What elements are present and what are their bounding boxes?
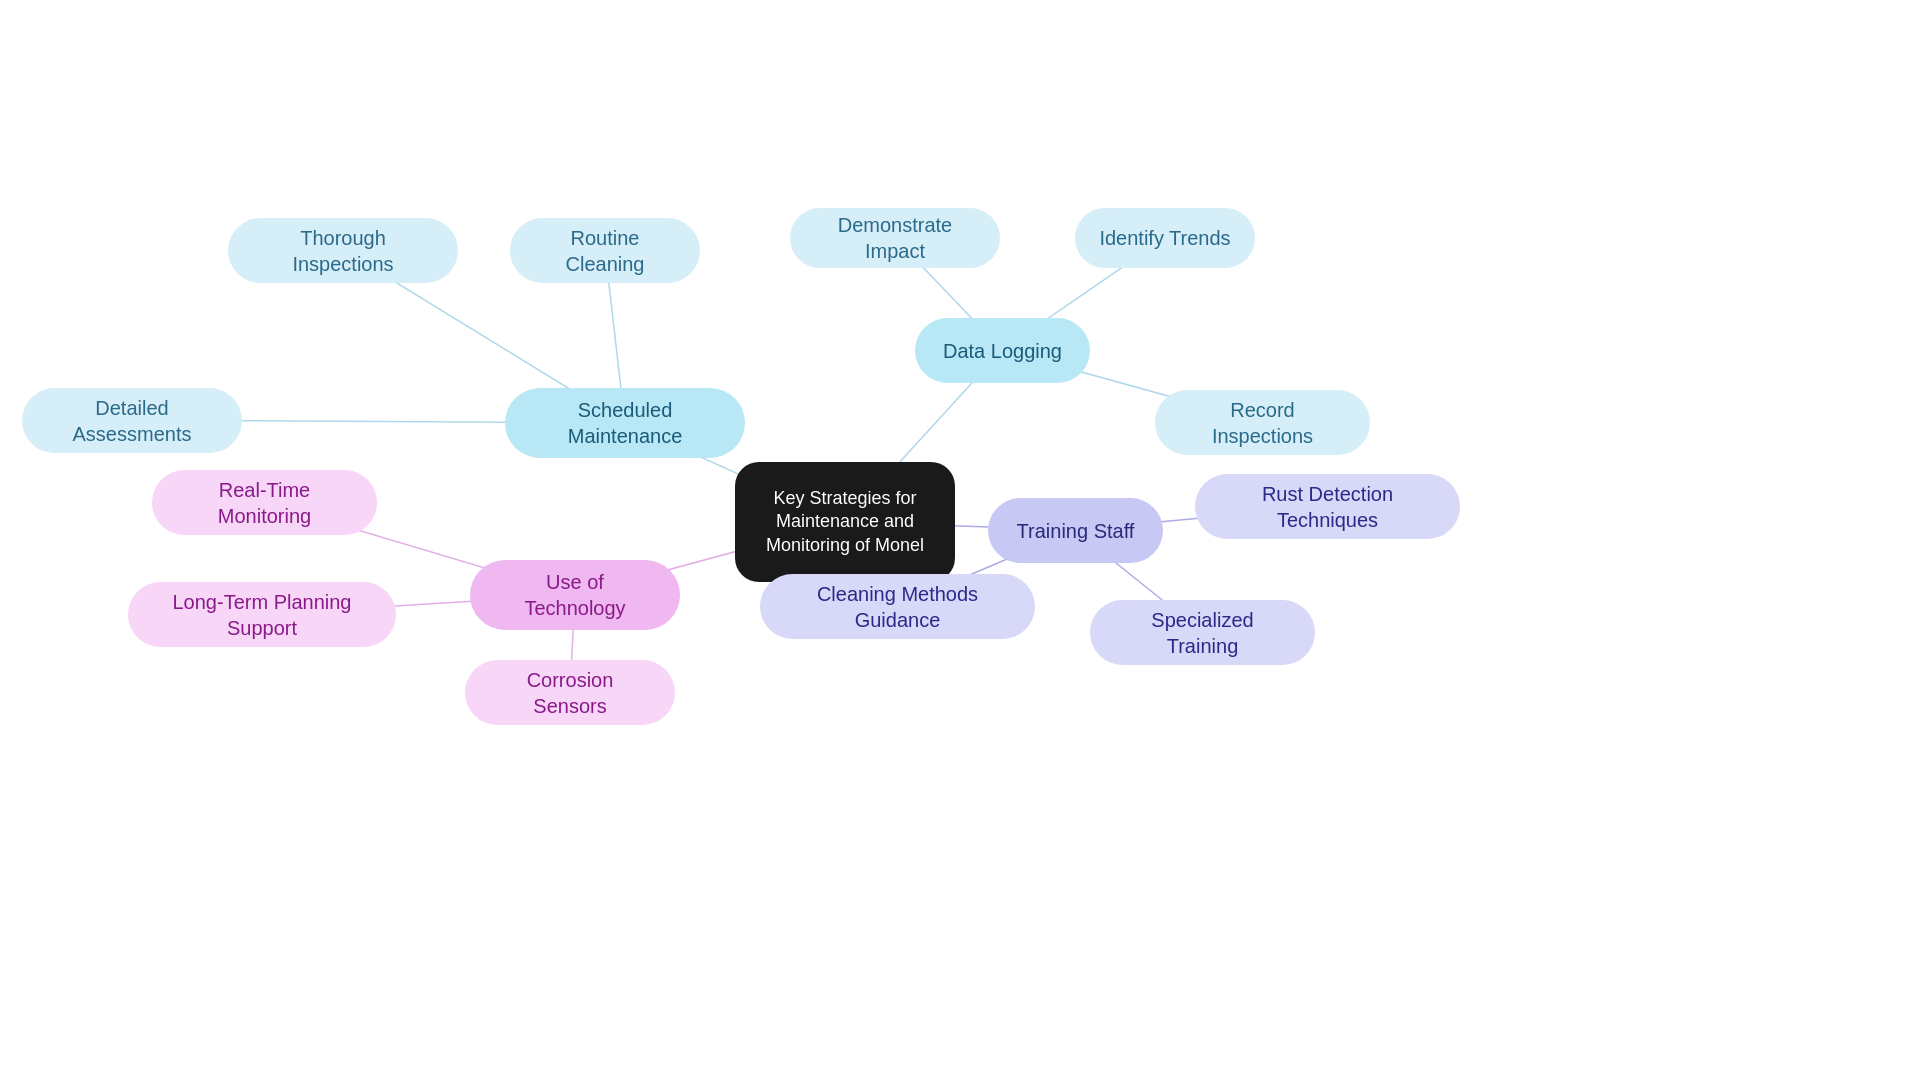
real-time-monitoring-node: Real-Time Monitoring <box>152 470 377 535</box>
center-node: Key Strategies for Maintenance and Monit… <box>735 462 955 582</box>
record-inspections-node: Record Inspections <box>1155 390 1370 455</box>
rust-detection-node: Rust Detection Techniques <box>1195 474 1460 539</box>
use-of-technology-node: Use of Technology <box>470 560 680 630</box>
identify-trends-node: Identify Trends <box>1075 208 1255 268</box>
demonstrate-impact-node: Demonstrate Impact <box>790 208 1000 268</box>
long-term-planning-node: Long-Term Planning Support <box>128 582 396 647</box>
data-logging-node: Data Logging <box>915 318 1090 383</box>
specialized-training-node: Specialized Training <box>1090 600 1315 665</box>
routine-cleaning-node: Routine Cleaning <box>510 218 700 283</box>
mindmap-container: Key Strategies for Maintenance and Monit… <box>0 0 1920 1083</box>
detailed-assessments-node: Detailed Assessments <box>22 388 242 453</box>
corrosion-sensors-node: Corrosion Sensors <box>465 660 675 725</box>
thorough-inspections-node: Thorough Inspections <box>228 218 458 283</box>
cleaning-methods-node: Cleaning Methods Guidance <box>760 574 1035 639</box>
scheduled-maintenance-node: Scheduled Maintenance <box>505 388 745 458</box>
connections-svg <box>0 0 1920 1083</box>
training-staff-node: Training Staff <box>988 498 1163 563</box>
